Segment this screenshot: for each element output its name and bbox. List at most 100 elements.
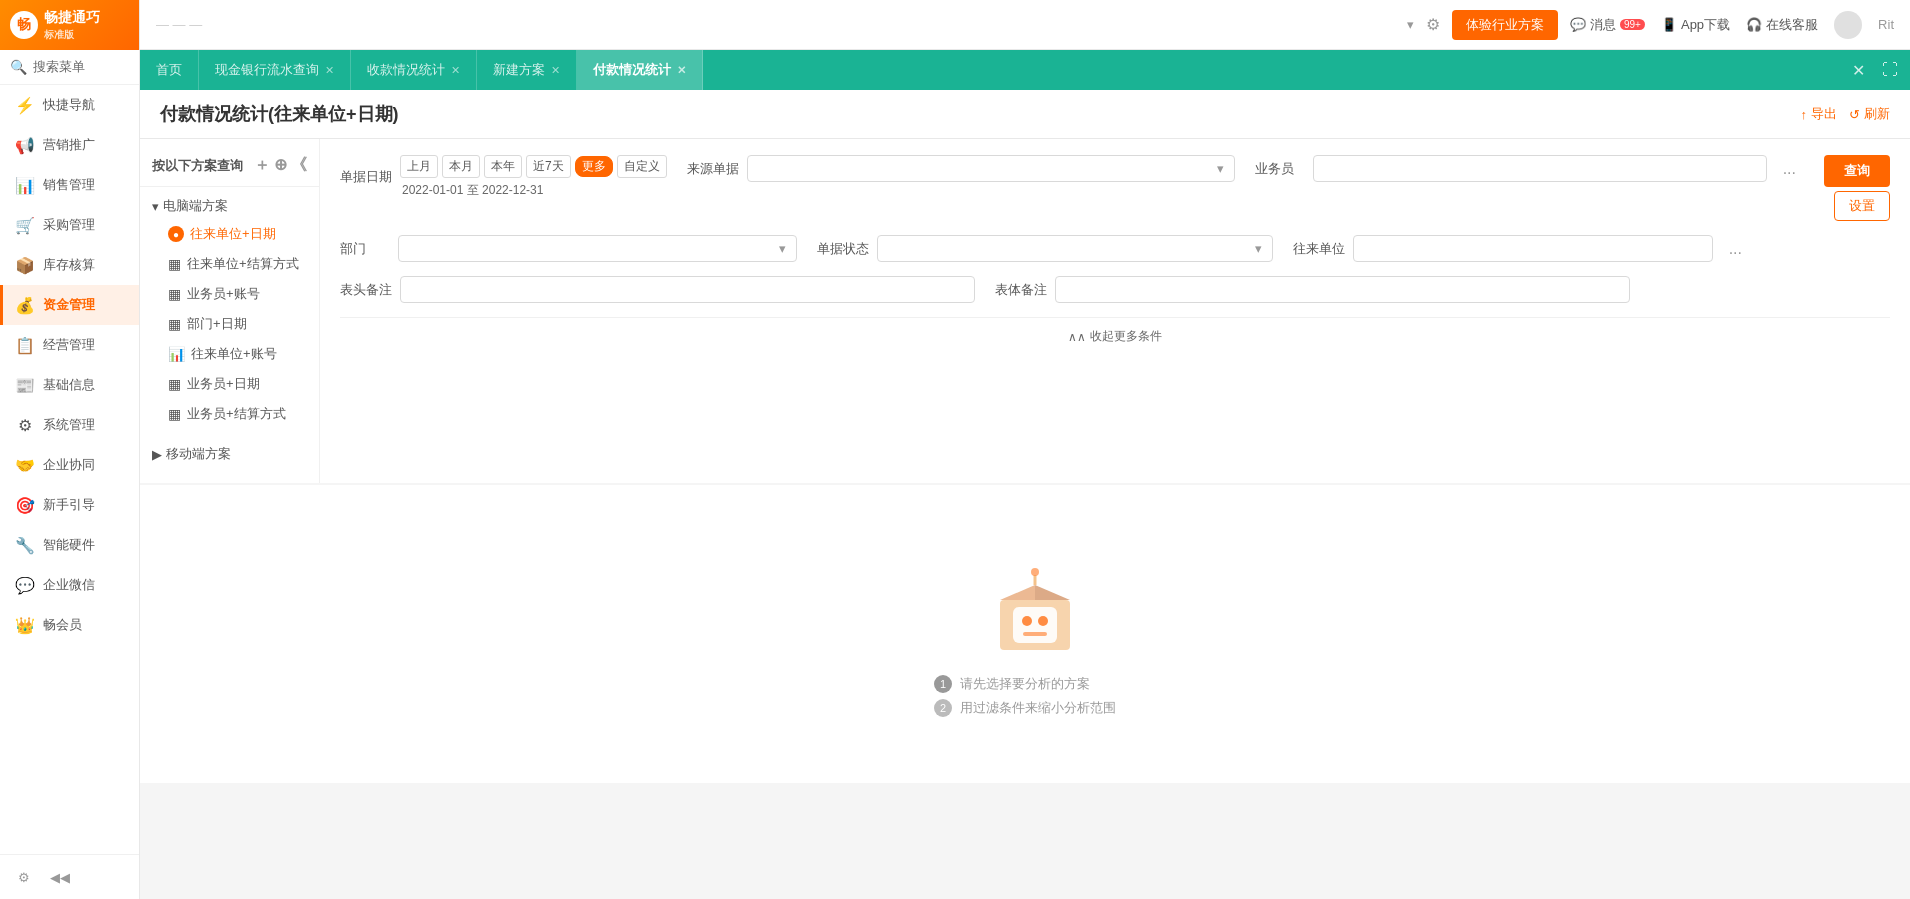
app-download-btn[interactable]: 📱 App下载 <box>1661 16 1730 34</box>
date-7days-btn[interactable]: 近7天 <box>526 155 571 178</box>
tab-expand-btn[interactable]: ⛶ <box>1878 58 1902 82</box>
dept-select[interactable]: ▾ <box>398 235 797 262</box>
scheme-item-label: 往来单位+日期 <box>190 225 276 243</box>
refresh-icon: ↺ <box>1849 107 1860 122</box>
query-btn[interactable]: 查询 <box>1824 155 1890 187</box>
demo-btn[interactable]: 体验行业方案 <box>1452 10 1558 40</box>
topbar-gear-icon[interactable]: ⚙ <box>1426 15 1440 34</box>
sidebar-item-wechat[interactable]: 💬 企业微信 <box>0 565 139 605</box>
body-note-label: 表体备注 <box>995 281 1047 299</box>
sidebar-item-quick-nav[interactable]: ⚡ 快捷导航 <box>0 85 139 125</box>
sidebar-item-purchase[interactable]: 🛒 采购管理 <box>0 205 139 245</box>
mobile-section-toggle[interactable]: ▶ 移动端方案 <box>140 441 319 467</box>
staff-label: 业务员 <box>1255 160 1305 178</box>
scheme-sidebar: 按以下方案查询 ＋ ⊕ 《 ▾ 电脑端方案 ● 往来单位+日期 <box>140 139 320 483</box>
date-custom-btn[interactable]: 自定义 <box>617 155 667 178</box>
tab-new-scheme-close[interactable]: ✕ <box>551 64 560 77</box>
tab-receipt-stats[interactable]: 收款情况统计 ✕ <box>351 50 477 90</box>
tab-bank-flow[interactable]: 现金银行流水查询 ✕ <box>199 50 351 90</box>
dept-label: 部门 <box>340 240 390 258</box>
scheme-settings-icon[interactable]: ⊕ <box>274 155 287 176</box>
scheme-item-partner-account[interactable]: 📊 往来单位+账号 <box>140 339 319 369</box>
collapse-scheme-icon[interactable]: 《 <box>291 155 307 176</box>
online-support-label: 在线客服 <box>1766 16 1818 34</box>
scheme-sidebar-header: 按以下方案查询 ＋ ⊕ 《 <box>140 149 319 187</box>
search-menu-label: 搜索菜单 <box>33 58 85 76</box>
scheme-item-partner-date[interactable]: ● 往来单位+日期 <box>140 219 319 249</box>
sidebar-item-sales[interactable]: 📊 销售管理 <box>0 165 139 205</box>
messages-btn[interactable]: 💬 消息 99+ <box>1570 16 1645 34</box>
partner-input[interactable] <box>1353 235 1712 262</box>
hint-text-2: 用过滤条件来缩小分析范围 <box>960 699 1116 717</box>
scheme-icon: ▦ <box>168 286 181 302</box>
scheme-item-staff-settle[interactable]: ▦ 业务员+结算方式 <box>140 399 319 429</box>
sidebar: 畅 畅捷通巧 标准版 🔍 搜索菜单 ⚡ 快捷导航 📢 营销推广 📊 销售管理 🛒… <box>0 0 140 899</box>
date-group: 上月 本月 本年 近7天 更多 自定义 2022-01-01 至 2022-12… <box>400 155 667 199</box>
sidebar-item-capital[interactable]: 💰 资金管理 <box>0 285 139 325</box>
sidebar-item-label: 企业微信 <box>43 576 95 594</box>
sales-icon: 📊 <box>15 175 35 195</box>
sidebar-item-operation[interactable]: 📋 经营管理 <box>0 325 139 365</box>
export-btn[interactable]: ↑ 导出 <box>1801 105 1838 123</box>
partner-dots-btn[interactable]: ... <box>1721 236 1750 262</box>
date-last-month-btn[interactable]: 上月 <box>400 155 438 178</box>
sidebar-item-system[interactable]: ⚙ 系统管理 <box>0 405 139 445</box>
tab-bank-flow-close[interactable]: ✕ <box>325 64 334 77</box>
sidebar-item-enterprise[interactable]: 🤝 企业协同 <box>0 445 139 485</box>
date-this-month-btn[interactable]: 本月 <box>442 155 480 178</box>
dept-chevron-icon: ▾ <box>779 241 786 256</box>
sidebar-item-hardware[interactable]: 🔧 智能硬件 <box>0 525 139 565</box>
add-scheme-icon[interactable]: ＋ <box>254 155 270 176</box>
collapse-sidebar-btn[interactable]: ◀◀ <box>46 863 74 891</box>
sidebar-bottom: ⚙ ◀◀ <box>0 854 139 899</box>
scheme-item-partner-settle[interactable]: ▦ 往来单位+结算方式 <box>140 249 319 279</box>
sidebar-item-label: 系统管理 <box>43 416 95 434</box>
source-select[interactable]: ▾ <box>747 155 1236 182</box>
scheme-item-label: 部门+日期 <box>187 315 247 333</box>
settings-bottom-btn[interactable]: ⚙ <box>10 863 38 891</box>
sidebar-item-marketing[interactable]: 📢 营销推广 <box>0 125 139 165</box>
tab-close-all-btn[interactable]: ✕ <box>1846 58 1870 82</box>
tab-payment-stats[interactable]: 付款情况统计 ✕ <box>577 50 703 90</box>
pc-section-label: 电脑端方案 <box>163 197 228 215</box>
scheme-item-staff-account[interactable]: ▦ 业务员+账号 <box>140 279 319 309</box>
scheme-item-staff-date[interactable]: ▦ 业务员+日期 <box>140 369 319 399</box>
header-note-field: 表头备注 <box>340 276 975 303</box>
body-note-input[interactable] <box>1055 276 1630 303</box>
tab-home[interactable]: 首页 <box>140 50 199 90</box>
online-support-btn[interactable]: 🎧 在线客服 <box>1746 16 1818 34</box>
sidebar-item-member[interactable]: 👑 畅会员 <box>0 605 139 645</box>
settings-form-btn[interactable]: 设置 <box>1834 191 1890 221</box>
sidebar-header: 畅 畅捷通巧 标准版 <box>0 0 139 50</box>
header-note-input[interactable] <box>400 276 975 303</box>
doc-status-select[interactable]: ▾ <box>877 235 1274 262</box>
search-menu[interactable]: 🔍 搜索菜单 <box>0 50 139 85</box>
app-download-label: App下载 <box>1681 16 1730 34</box>
refresh-btn[interactable]: ↺ 刷新 <box>1849 105 1890 123</box>
capital-icon: 💰 <box>15 295 35 315</box>
sidebar-item-inventory[interactable]: 📦 库存核算 <box>0 245 139 285</box>
tab-payment-stats-close[interactable]: ✕ <box>677 64 686 77</box>
empty-state: 1 请先选择要分析的方案 2 用过滤条件来缩小分析范围 <box>140 485 1910 783</box>
pc-section-toggle[interactable]: ▾ 电脑端方案 <box>140 193 319 219</box>
staff-input[interactable] <box>1313 155 1766 182</box>
user-avatar[interactable] <box>1834 11 1862 39</box>
tab-new-scheme[interactable]: 新建方案 ✕ <box>477 50 577 90</box>
collapse-more-btn[interactable]: ∧∧ 收起更多条件 <box>340 317 1890 355</box>
scheme-item-dept-date[interactable]: ▦ 部门+日期 <box>140 309 319 339</box>
tab-receipt-stats-close[interactable]: ✕ <box>451 64 460 77</box>
export-icon: ↑ <box>1801 107 1808 122</box>
sidebar-item-newbie[interactable]: 🎯 新手引导 <box>0 485 139 525</box>
scheme-icon: ▦ <box>168 316 181 332</box>
date-more-btn[interactable]: 更多 <box>575 156 613 177</box>
topbar-chevron-icon[interactable]: ▾ <box>1407 17 1414 32</box>
tab-home-label: 首页 <box>156 61 182 79</box>
sidebar-item-label: 企业协同 <box>43 456 95 474</box>
date-this-year-btn[interactable]: 本年 <box>484 155 522 178</box>
newbie-icon: 🎯 <box>15 495 35 515</box>
date-range-text: 2022-01-01 至 2022-12-31 <box>400 182 667 199</box>
app-version: 标准版 <box>44 28 100 42</box>
sidebar-item-basic-info[interactable]: 📰 基础信息 <box>0 365 139 405</box>
staff-dots-btn[interactable]: ... <box>1775 156 1804 182</box>
sidebar-item-label: 营销推广 <box>43 136 95 154</box>
